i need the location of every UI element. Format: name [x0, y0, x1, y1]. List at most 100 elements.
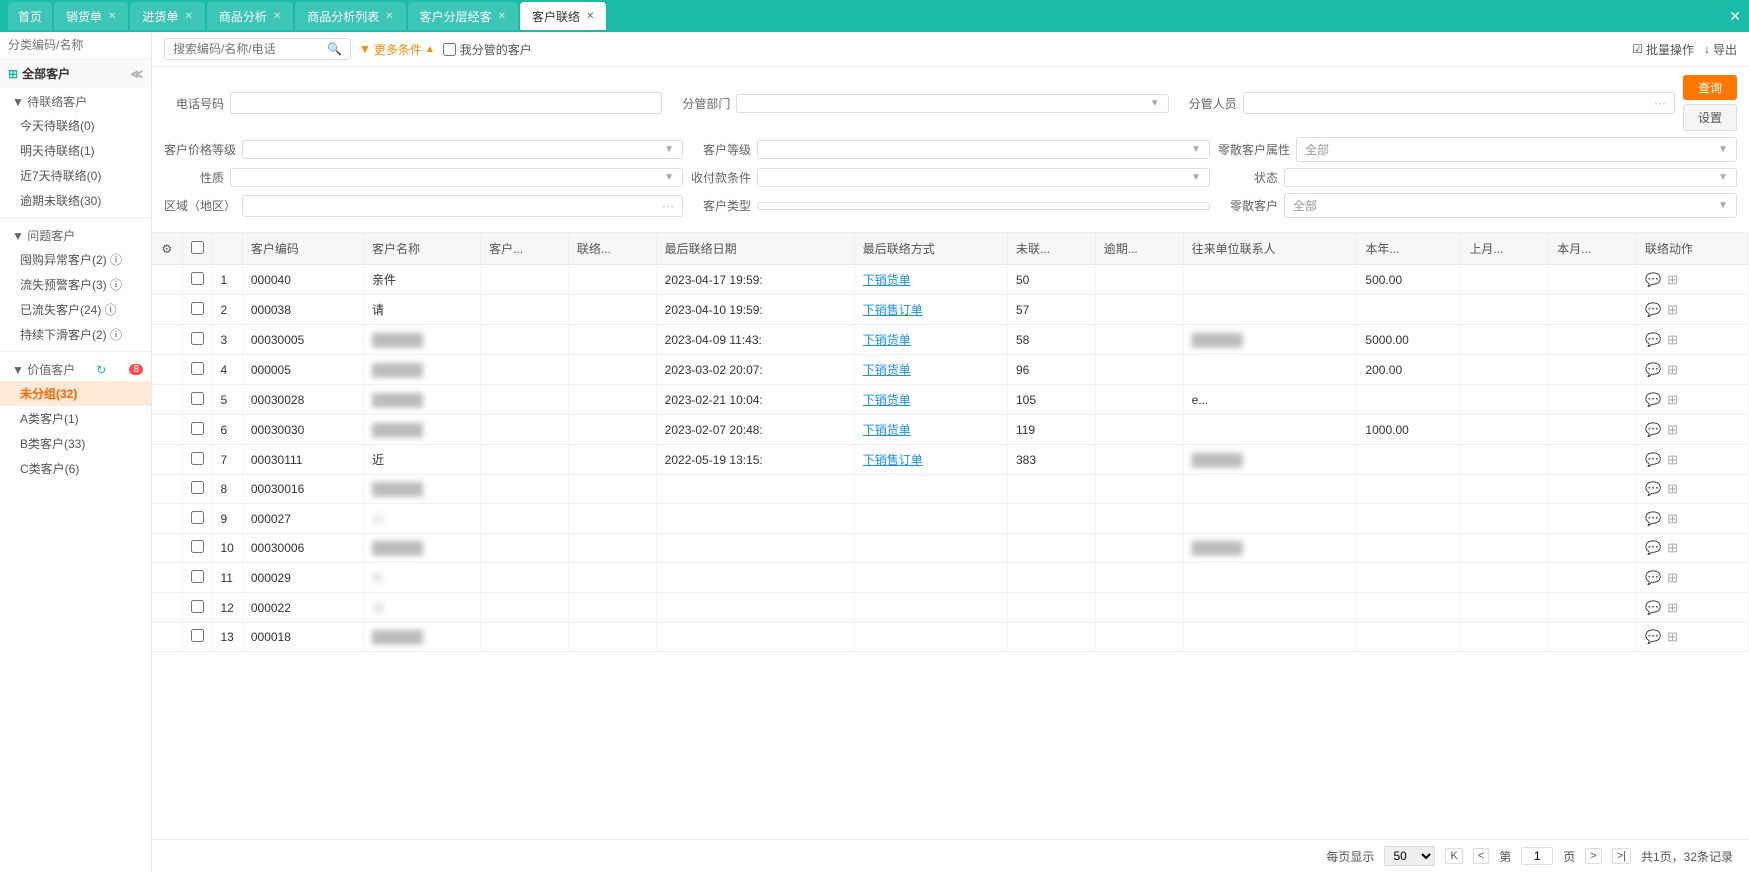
th-contact[interactable]: 联络... — [568, 233, 656, 265]
row-checkbox-10[interactable] — [191, 570, 204, 583]
row-checkbox-1[interactable] — [191, 302, 204, 315]
action-chat-icon-9[interactable]: 💬 — [1645, 540, 1661, 556]
action-chat-icon-0[interactable]: 💬 — [1645, 272, 1661, 288]
field-status-select[interactable]: ▼ — [1284, 168, 1737, 187]
close-sales-icon[interactable]: ✕ — [108, 11, 116, 22]
row-checkbox-8[interactable] — [191, 511, 204, 524]
select-all-checkbox[interactable] — [191, 241, 204, 254]
action-grid-icon-2[interactable]: ⊞ — [1667, 332, 1678, 348]
sidebar-item-today-pending[interactable]: 今天待联络(0) — [0, 113, 151, 138]
tab-product-analysis-list[interactable]: 商品分析列表 ✕ — [295, 2, 405, 30]
export-btn[interactable]: ↓ 导出 — [1704, 41, 1737, 58]
row-checkbox-7[interactable] — [191, 481, 204, 494]
sidebar-item-tomorrow-pending[interactable]: 明天待联络(1) — [0, 138, 151, 163]
close-customer-segment-icon[interactable]: ✕ — [498, 11, 506, 22]
action-chat-icon-10[interactable]: 💬 — [1645, 570, 1661, 586]
sidebar-item-hoarding-anomaly[interactable]: 囤购异常客户(2) ⓘ — [0, 247, 151, 272]
action-grid-icon-8[interactable]: ⊞ — [1667, 511, 1678, 527]
sidebar-item-churned[interactable]: 已流失客户(24) ⓘ — [0, 297, 151, 322]
tab-home[interactable]: 首页 — [8, 2, 52, 30]
prev-page-btn[interactable]: < — [1473, 848, 1489, 864]
th-unit-contact[interactable]: 往来单位联系人 — [1183, 233, 1357, 265]
close-product-analysis-icon[interactable]: ✕ — [273, 11, 281, 22]
row-checkbox-5[interactable] — [191, 422, 204, 435]
sidebar-group-problem[interactable]: ▼ 问题客户 — [0, 222, 151, 247]
action-chat-icon-4[interactable]: 💬 — [1645, 392, 1661, 408]
action-grid-icon-3[interactable]: ⊞ — [1667, 362, 1678, 378]
action-chat-icon-6[interactable]: 💬 — [1645, 452, 1661, 468]
field-customer-level-select[interactable]: ▼ — [757, 140, 1210, 159]
th-last-month[interactable]: 上月... — [1461, 233, 1549, 265]
th-customer-type[interactable]: 客户... — [481, 233, 569, 265]
tab-product-analysis[interactable]: 商品分析 ✕ — [207, 2, 293, 30]
tab-customer-contact[interactable]: 客户联络 ✕ — [520, 2, 606, 30]
field-region-select[interactable]: ··· — [242, 195, 683, 217]
sidebar-item-class-a[interactable]: A类客户(1) — [0, 406, 151, 431]
search-input[interactable] — [173, 42, 323, 56]
tab-purchase[interactable]: 进货单 ✕ — [130, 2, 204, 30]
batch-operation-btn[interactable]: ☑ 批量操作 — [1632, 41, 1694, 58]
field-customer-type-input[interactable] — [757, 202, 1210, 210]
row-checkbox-12[interactable] — [191, 629, 204, 642]
th-overdue[interactable]: 逾期... — [1095, 233, 1183, 265]
row-checkbox-6[interactable] — [191, 452, 204, 465]
sidebar-item-class-b[interactable]: B类客户(33) — [0, 431, 151, 456]
action-chat-icon-3[interactable]: 💬 — [1645, 362, 1661, 378]
row-checkbox-3[interactable] — [191, 362, 204, 375]
close-purchase-icon[interactable]: ✕ — [184, 11, 192, 22]
action-grid-icon-0[interactable]: ⊞ — [1667, 272, 1678, 288]
action-chat-icon-8[interactable]: 💬 — [1645, 511, 1661, 527]
action-chat-icon-7[interactable]: 💬 — [1645, 481, 1661, 497]
sidebar-group-pending[interactable]: ▼ 待联络客户 — [0, 88, 151, 113]
search-icon[interactable]: 🔍 — [327, 42, 342, 56]
row-checkbox-4[interactable] — [191, 392, 204, 405]
row-checkbox-2[interactable] — [191, 332, 204, 345]
th-gear[interactable]: ⚙ — [152, 233, 182, 265]
sidebar-item-declining[interactable]: 持续下滑客户(2) ⓘ — [0, 322, 151, 347]
sidebar-item-class-c[interactable]: C类客户(6) — [0, 456, 151, 481]
th-code[interactable]: 客户编码 — [242, 233, 363, 265]
action-grid-icon-10[interactable]: ⊞ — [1667, 570, 1678, 586]
sidebar-collapse-icon[interactable]: ≪ — [130, 67, 143, 81]
first-page-btn[interactable]: K — [1445, 848, 1462, 864]
th-this-month[interactable]: 本月... — [1549, 233, 1637, 265]
window-close-button[interactable]: ✕ — [1729, 8, 1741, 25]
sidebar-item-churn-warning[interactable]: 流失预警客户(3) ⓘ — [0, 272, 151, 297]
more-conditions-btn[interactable]: ▼ 更多条件 ▲ — [359, 41, 435, 58]
field-price-level-select[interactable]: ▼ — [242, 140, 683, 159]
field-payment-select[interactable]: ▼ — [757, 168, 1210, 187]
field-manager-select[interactable]: ··· — [1243, 92, 1675, 114]
tab-customer-segment[interactable]: 客户分层经客 ✕ — [408, 2, 518, 30]
sidebar-item-7day-pending[interactable]: 近7天待联络(0) — [0, 163, 151, 188]
row-checkbox-9[interactable] — [191, 540, 204, 553]
next-page-btn[interactable]: > — [1585, 848, 1601, 864]
action-chat-icon-1[interactable]: 💬 — [1645, 302, 1661, 318]
action-chat-icon-2[interactable]: 💬 — [1645, 332, 1661, 348]
sidebar-group-value[interactable]: ▼ 价值客户 ↻ 8 — [0, 356, 151, 381]
last-page-btn[interactable]: >| — [1612, 848, 1631, 864]
reset-button[interactable]: 设置 — [1683, 104, 1737, 131]
th-last-contact-method[interactable]: 最后联络方式 — [854, 233, 1007, 265]
action-chat-icon-12[interactable]: 💬 — [1645, 629, 1661, 645]
field-retail-attr-select[interactable]: 全部 ▼ — [1296, 137, 1737, 162]
th-no-contact[interactable]: 未联... — [1007, 233, 1095, 265]
row-checkbox-11[interactable] — [191, 600, 204, 613]
action-grid-icon-9[interactable]: ⊞ — [1667, 540, 1678, 556]
action-grid-icon-7[interactable]: ⊞ — [1667, 481, 1678, 497]
value-refresh-icon[interactable]: ↻ — [96, 363, 106, 377]
action-grid-icon-1[interactable]: ⊞ — [1667, 302, 1678, 318]
sidebar-all-customers[interactable]: ⊞ 全部客户 ≪ — [0, 59, 151, 88]
query-button[interactable]: 查询 — [1683, 75, 1737, 100]
action-grid-icon-5[interactable]: ⊞ — [1667, 422, 1678, 438]
field-phone-input[interactable] — [230, 92, 662, 114]
action-grid-icon-4[interactable]: ⊞ — [1667, 392, 1678, 408]
row-checkbox-0[interactable] — [191, 272, 204, 285]
close-customer-contact-icon[interactable]: ✕ — [586, 11, 594, 22]
my-customers-checkbox[interactable] — [443, 43, 456, 56]
field-nature-select[interactable]: ▼ — [230, 168, 683, 187]
sidebar-item-overdue-pending[interactable]: 逾期未联络(30) — [0, 188, 151, 213]
action-chat-icon-5[interactable]: 💬 — [1645, 422, 1661, 438]
th-this-year[interactable]: 本年... — [1357, 233, 1461, 265]
action-chat-icon-11[interactable]: 💬 — [1645, 600, 1661, 616]
close-product-analysis-list-icon[interactable]: ✕ — [385, 11, 393, 22]
